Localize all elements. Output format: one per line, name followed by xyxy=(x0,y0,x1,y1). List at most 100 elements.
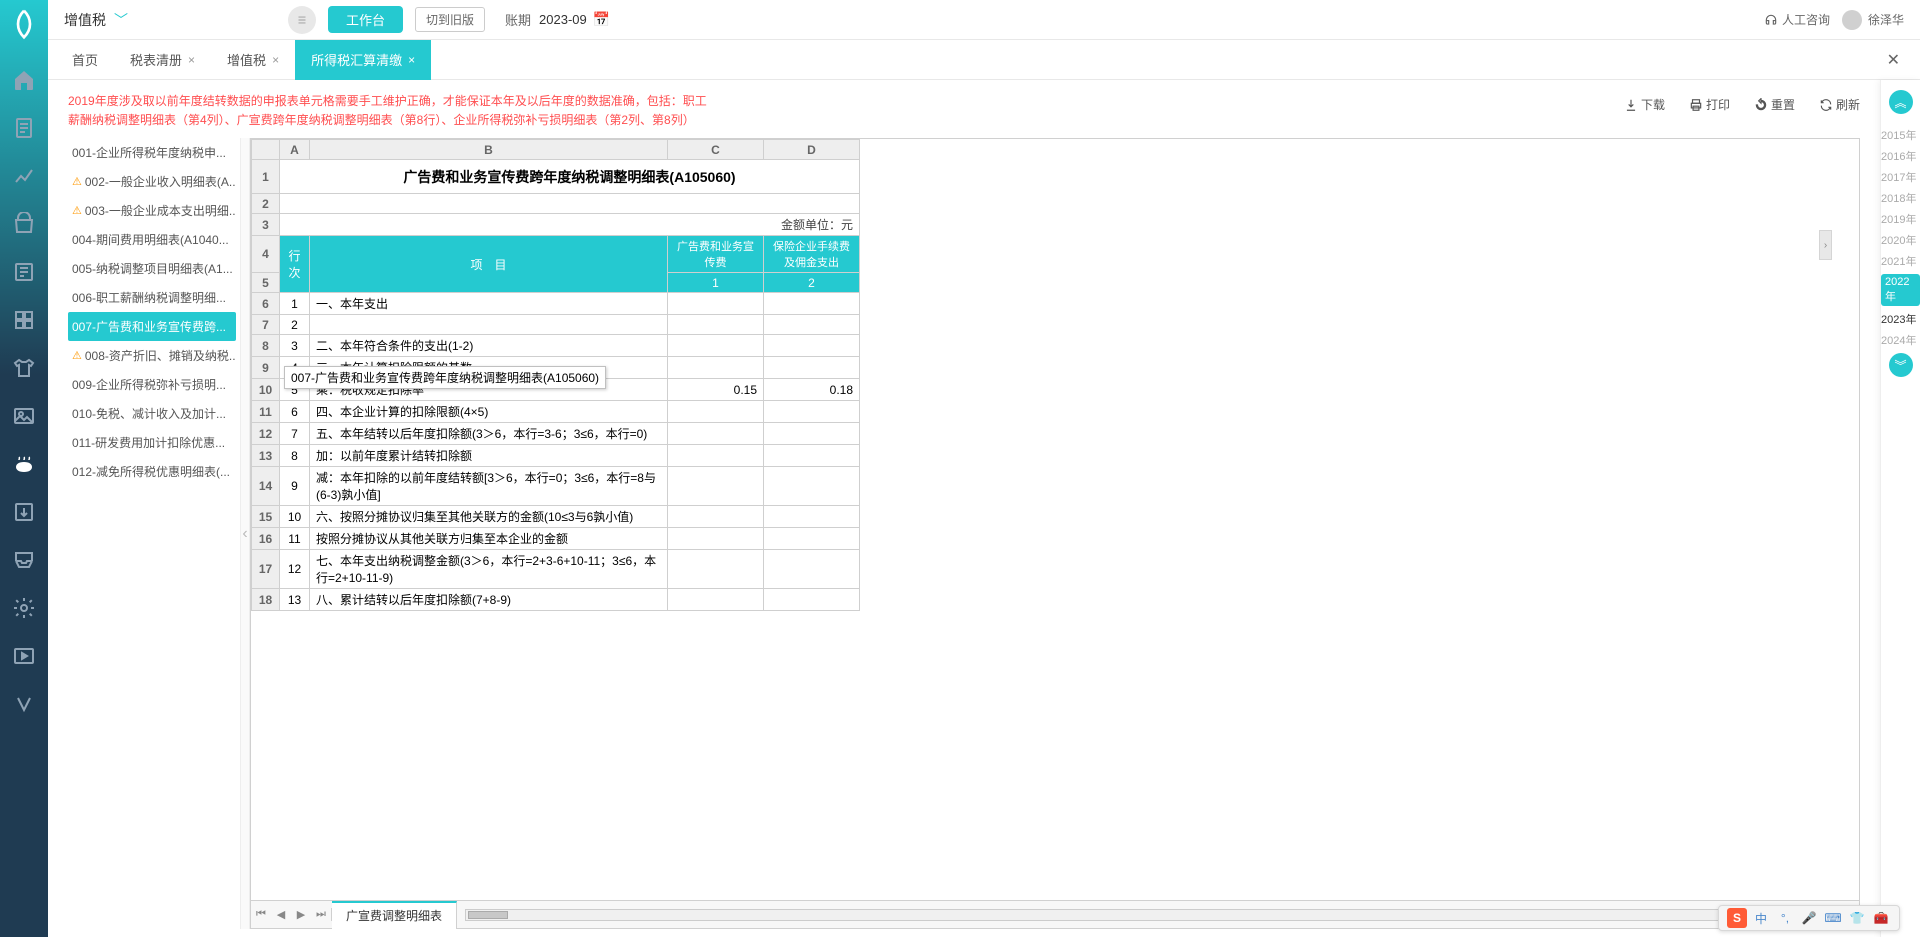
nav-gear-icon[interactable] xyxy=(12,596,36,620)
cell[interactable] xyxy=(668,335,764,357)
cell[interactable] xyxy=(764,401,860,423)
workbench-button[interactable]: 工作台 xyxy=(328,6,403,33)
col-header[interactable]: C xyxy=(668,140,764,160)
cell[interactable] xyxy=(764,589,860,611)
year-item[interactable]: 2024年 xyxy=(1881,332,1920,348)
tree-item[interactable]: 012-减免所得税优惠明细表(... xyxy=(68,457,236,486)
nav-doc-icon[interactable] xyxy=(12,116,36,140)
cell[interactable] xyxy=(764,357,860,379)
year-scroll-down[interactable]: ︾ xyxy=(1889,353,1913,377)
nav-image-icon[interactable] xyxy=(12,404,36,428)
tree-item[interactable]: 010-免税、减计收入及加计... xyxy=(68,399,236,428)
year-item[interactable]: 2019年 xyxy=(1881,211,1920,227)
ime-logo-icon[interactable]: S xyxy=(1727,908,1747,928)
year-item[interactable]: 2016年 xyxy=(1881,148,1920,164)
cell[interactable] xyxy=(668,589,764,611)
tree-item[interactable]: 004-期间费用明细表(A1040... xyxy=(68,225,236,254)
close-icon[interactable]: × xyxy=(408,53,415,67)
switch-old-button[interactable]: 切到旧版 xyxy=(415,7,485,32)
ime-keyboard-icon[interactable]: ⌨ xyxy=(1823,908,1843,928)
sheet-nav-next[interactable]: ▶ xyxy=(291,908,311,921)
cell[interactable] xyxy=(668,315,764,335)
cell[interactable] xyxy=(764,315,860,335)
period-value[interactable]: 2023-09 xyxy=(539,12,587,27)
tab-income-settle[interactable]: 所得税汇算清缴× xyxy=(295,40,431,80)
cell[interactable] xyxy=(764,528,860,550)
year-item[interactable]: 2022年 xyxy=(1881,274,1920,306)
nav-shirt-icon[interactable] xyxy=(12,356,36,380)
tab-vat[interactable]: 增值税× xyxy=(211,40,295,80)
horizontal-scrollbar[interactable] xyxy=(457,909,1859,921)
year-item[interactable]: 2020年 xyxy=(1881,232,1920,248)
col-header[interactable]: A xyxy=(280,140,310,160)
tree-item[interactable]: 009-企业所得税弥补亏损明... xyxy=(68,370,236,399)
year-item[interactable]: 2021年 xyxy=(1881,253,1920,269)
tree-item[interactable]: ⚠008-资产折旧、摊销及纳税... xyxy=(68,341,236,370)
avatar-icon[interactable] xyxy=(1842,10,1862,30)
ime-skin-icon[interactable]: 👕 xyxy=(1847,908,1867,928)
cell[interactable] xyxy=(668,357,764,379)
tree-item[interactable]: 011-研发费用加计扣除优惠... xyxy=(68,428,236,457)
tree-item[interactable]: 007-广告费和业务宣传费跨... xyxy=(68,312,236,341)
year-item[interactable]: 2023年 xyxy=(1881,311,1920,327)
tab-home[interactable]: 首页 xyxy=(56,40,114,80)
calendar-icon[interactable]: 📅 xyxy=(593,11,610,28)
nav-bag-icon[interactable] xyxy=(12,212,36,236)
nav-chart-icon[interactable] xyxy=(12,164,36,188)
nav-v-icon[interactable] xyxy=(12,692,36,716)
cell[interactable] xyxy=(668,467,764,506)
download-button[interactable]: 下载 xyxy=(1624,96,1665,113)
close-icon[interactable]: × xyxy=(188,53,195,67)
cell[interactable] xyxy=(764,506,860,528)
ime-mic-icon[interactable]: 🎤 xyxy=(1799,908,1819,928)
refresh-button[interactable]: 刷新 xyxy=(1819,96,1860,113)
cell[interactable] xyxy=(668,506,764,528)
cell[interactable] xyxy=(764,335,860,357)
tree-item[interactable]: ⚠002-一般企业收入明细表(A... xyxy=(68,167,236,196)
cell[interactable] xyxy=(764,550,860,589)
year-item[interactable]: 2017年 xyxy=(1881,169,1920,185)
consult-link[interactable]: 人工咨询 xyxy=(1764,11,1830,28)
cell[interactable] xyxy=(668,293,764,315)
cell[interactable] xyxy=(764,467,860,506)
year-item[interactable]: 2018年 xyxy=(1881,190,1920,206)
col-header[interactable]: D xyxy=(764,140,860,160)
reset-button[interactable]: 重置 xyxy=(1754,96,1795,113)
close-icon[interactable]: × xyxy=(272,53,279,67)
year-item[interactable]: 2015年 xyxy=(1881,127,1920,143)
ime-lang-toggle[interactable]: 中 xyxy=(1751,908,1771,928)
nav-inbox-icon[interactable] xyxy=(12,548,36,572)
tab-tax-list[interactable]: 税表清册× xyxy=(114,40,211,80)
close-all-tabs-button[interactable]: ✕ xyxy=(1875,50,1912,70)
nav-form-icon[interactable] xyxy=(12,260,36,284)
expand-handle[interactable]: › xyxy=(1819,230,1832,260)
nav-steam-icon[interactable] xyxy=(12,452,36,476)
sheet-tab-active[interactable]: 广宣费调整明细表 xyxy=(332,901,457,929)
cell[interactable]: 0.18 xyxy=(764,379,860,401)
cell[interactable] xyxy=(668,401,764,423)
cell[interactable] xyxy=(668,528,764,550)
tree-item[interactable]: 005-纳税调整项目明细表(A1... xyxy=(68,254,236,283)
sheet-nav-first[interactable]: ⏮ xyxy=(251,908,271,921)
nav-export-icon[interactable] xyxy=(12,500,36,524)
cell[interactable] xyxy=(668,445,764,467)
ime-toolbox-icon[interactable]: 🧰 xyxy=(1871,908,1891,928)
cell[interactable] xyxy=(764,423,860,445)
tree-item[interactable]: 006-职工薪酬纳税调整明细... xyxy=(68,283,236,312)
nav-play-icon[interactable] xyxy=(12,644,36,668)
ime-punct-icon[interactable]: °, xyxy=(1775,908,1795,928)
nav-grid-icon[interactable] xyxy=(12,308,36,332)
sheet-nav-prev[interactable]: ◀ xyxy=(271,908,291,921)
col-header[interactable]: B xyxy=(310,140,668,160)
cell[interactable] xyxy=(668,423,764,445)
tree-collapse-handle[interactable]: ‹ xyxy=(240,138,250,929)
tree-item[interactable]: ⚠003-一般企业成本支出明细... xyxy=(68,196,236,225)
cell[interactable]: 0.15 xyxy=(668,379,764,401)
list-view-button[interactable] xyxy=(288,6,316,34)
module-dropdown[interactable]: 增值税 ﹀ xyxy=(64,10,128,30)
cell[interactable] xyxy=(764,293,860,315)
tree-item[interactable]: 001-企业所得税年度纳税申... xyxy=(68,138,236,167)
print-button[interactable]: 打印 xyxy=(1689,96,1730,113)
year-scroll-up[interactable]: ︽ xyxy=(1889,90,1913,114)
cell[interactable] xyxy=(668,550,764,589)
